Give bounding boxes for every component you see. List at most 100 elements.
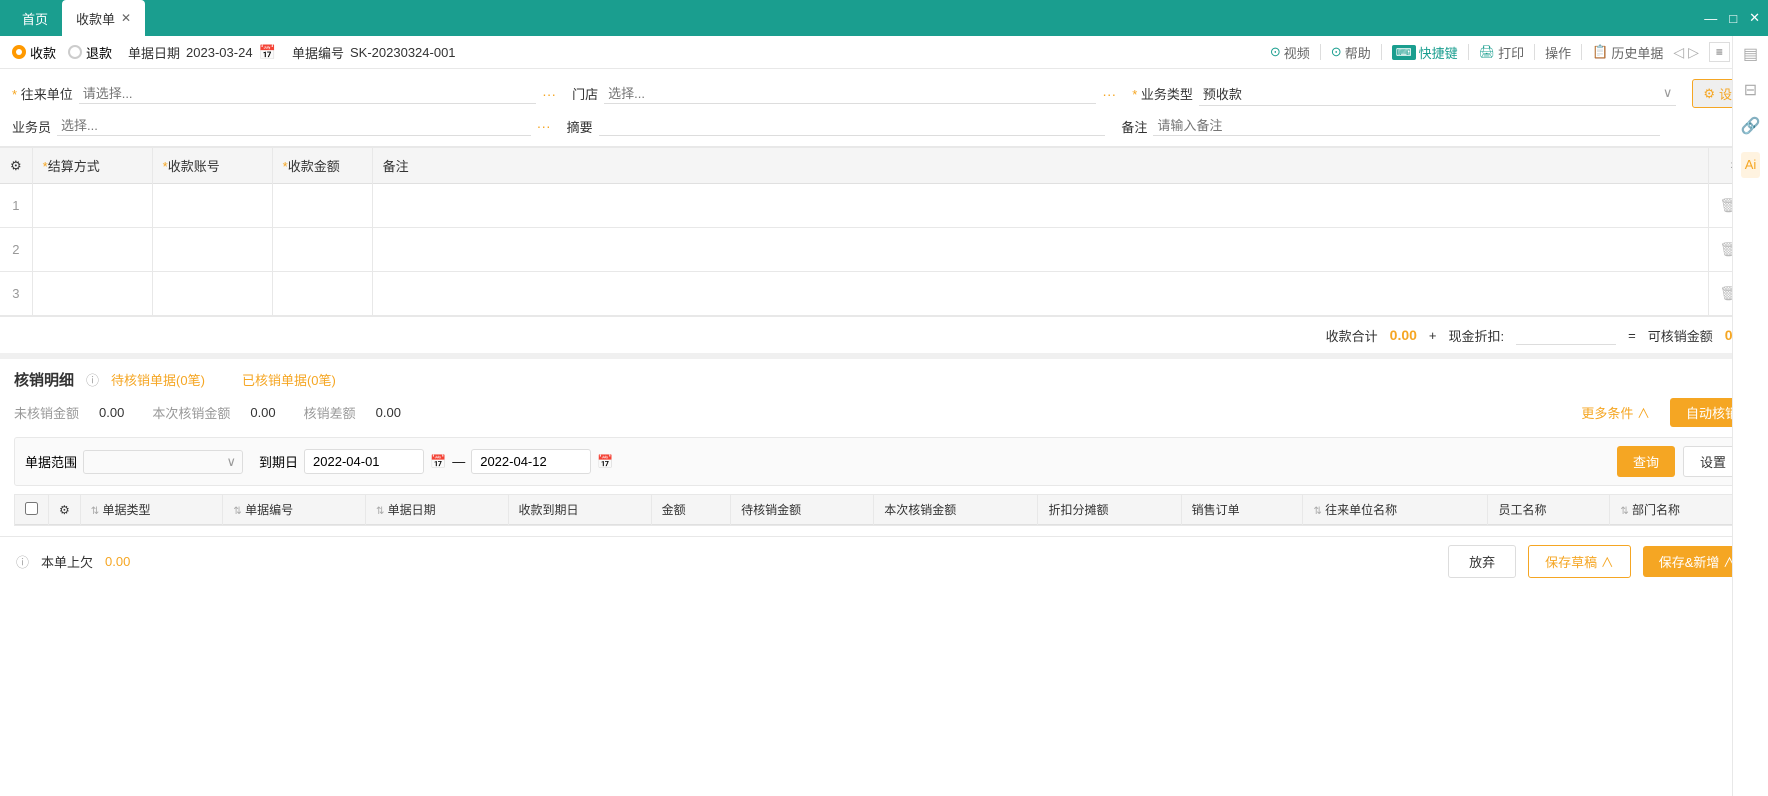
refund-radio[interactable]: 退款 (68, 43, 112, 62)
summary-input[interactable] (599, 116, 1106, 136)
calendar-icon[interactable]: 📅 (259, 44, 276, 61)
account-3[interactable] (152, 272, 272, 316)
toolbar-actions: ⊙ 视频 ⊙ 帮助 ⌨ 快捷键 🖨 打印 操作 (1270, 42, 1756, 62)
query-button[interactable]: 查询 (1617, 446, 1675, 477)
note-3[interactable] (372, 272, 1709, 316)
th-pending: 待核销金额 (731, 495, 874, 525)
sidebar-ai-icon[interactable]: Ai (1741, 152, 1761, 178)
partner-more-icon[interactable]: ··· (542, 86, 556, 102)
verify-info-icon[interactable]: ⓘ (86, 370, 99, 389)
video-action[interactable]: ⊙ 视频 (1270, 43, 1310, 62)
amount-3[interactable] (272, 272, 372, 316)
note-input[interactable] (1153, 116, 1660, 136)
number-field: 单据编号 SK-20230324-001 (292, 43, 456, 62)
settlement-3[interactable] (32, 272, 152, 316)
th-due-date: 收款到期日 (508, 495, 651, 525)
note-2[interactable] (372, 228, 1709, 272)
bottom-info-label: 本单上欠 (41, 552, 93, 571)
salesperson-more-icon[interactable]: ··· (537, 118, 551, 134)
maximize-button[interactable]: □ (1729, 11, 1737, 26)
partner-label: * 往来单位 (12, 84, 73, 103)
prev-arrow[interactable]: ◁ (1673, 44, 1684, 61)
help-icon: ⊙ (1331, 44, 1342, 60)
store-input[interactable] (604, 84, 1096, 104)
verify-form-right: 查询 设置 (1617, 446, 1743, 477)
history-label: 历史单据 (1611, 43, 1663, 62)
date-to-input[interactable] (471, 449, 591, 474)
summary-label: 摘要 (567, 117, 593, 136)
refund-radio-circle (68, 45, 82, 59)
sidebar-table-icon[interactable]: ▤ (1743, 44, 1758, 64)
shortcut-action[interactable]: ⌨ 快捷键 (1392, 43, 1458, 62)
cal-icon-from[interactable]: 📅 (430, 454, 446, 470)
partner-input[interactable] (79, 84, 536, 104)
salesperson-label: 业务员 (12, 117, 51, 136)
due-label: 到期日 (259, 452, 298, 471)
print-action[interactable]: 🖨 打印 (1479, 43, 1525, 62)
business-type-field: * 业务类型 预收款 ∨ (1132, 82, 1676, 106)
shortcut-icon: ⌨ (1392, 45, 1416, 60)
store-more-icon[interactable]: ··· (1102, 86, 1116, 102)
save-draft-button[interactable]: 保存草稿 ∧ (1528, 545, 1631, 578)
salesperson-input[interactable] (57, 116, 531, 136)
sidebar-list-icon[interactable]: ⊟ (1744, 80, 1757, 100)
divider2 (1381, 44, 1382, 60)
totals-equals: = (1628, 328, 1636, 343)
bottom-table-container: ⚙ ⇅ 单据类型 ⇅ 单据编号 ⇅ 单据日期 收款到期日 金额 待核销金额 本次… (14, 494, 1754, 526)
settlement-2[interactable] (32, 228, 152, 272)
list-view-btn[interactable]: ≡ (1709, 42, 1730, 62)
cal-icon-to[interactable]: 📅 (597, 454, 613, 470)
verify-header: 核销明细 ⓘ 待核销单据(0笔) 已核销单据(0笔) (14, 369, 1754, 390)
sidebar-link-icon[interactable]: 🔗 (1741, 116, 1761, 136)
history-action[interactable]: 📋 历史单据 (1592, 43, 1663, 62)
checkbox-col-header (15, 495, 49, 525)
account-1[interactable] (152, 184, 272, 228)
settlement-1[interactable] (32, 184, 152, 228)
divider5 (1581, 44, 1582, 60)
th-employee: 员工名称 (1488, 495, 1610, 525)
receipt-radio[interactable]: 收款 (12, 43, 56, 62)
range-select[interactable]: ∨ (83, 450, 243, 474)
form-row-2: 业务员 ··· 摘要 备注 (12, 116, 1756, 136)
more-conditions-btn[interactable]: 更多条件 ∧ (1581, 403, 1650, 422)
date-from-input[interactable] (304, 449, 424, 474)
amount-2[interactable] (272, 228, 372, 272)
date-value: 2023-03-24 (186, 45, 253, 60)
number-value: SK-20230324-001 (350, 45, 456, 60)
pending-tab[interactable]: 待核销单据(0笔) (111, 370, 205, 389)
amount-1[interactable] (272, 184, 372, 228)
business-type-select[interactable]: 预收款 ∨ (1199, 82, 1676, 106)
th-doc-date: ⇅ 单据日期 (365, 495, 508, 525)
select-all-checkbox[interactable] (25, 502, 38, 515)
done-tab[interactable]: 已核销单据(0笔) (242, 370, 336, 389)
totals-label3: 可核销金额 (1648, 326, 1713, 345)
form-row-1: * 往来单位 ··· 门店 ··· * 业务类型 预收款 ∨ ⚙ 设置 (12, 79, 1756, 108)
verify-stats: 未核销金额 0.00 本次核销金额 0.00 核销差额 0.00 更多条件 ∧ … (14, 398, 1754, 427)
store-field: 门店 ··· (572, 84, 1116, 104)
tab-home[interactable]: 首页 (8, 0, 62, 36)
next-arrow[interactable]: ▷ (1688, 44, 1699, 61)
date-label: 单据日期 (128, 43, 180, 62)
note-1[interactable] (372, 184, 1709, 228)
discard-button[interactable]: 放弃 (1448, 545, 1516, 578)
divider3 (1468, 44, 1469, 60)
tab-close-icon[interactable]: ✕ (121, 11, 131, 25)
note-field: 备注 (1121, 116, 1660, 136)
th-settings[interactable]: ⚙ (49, 495, 81, 525)
help-action[interactable]: ⊙ 帮助 (1331, 43, 1371, 62)
refund-radio-label: 退款 (86, 43, 112, 62)
settings-col-header[interactable]: ⚙ (0, 148, 32, 184)
minimize-button[interactable]: — (1704, 11, 1717, 26)
tab-receipt[interactable]: 收款单 ✕ (62, 0, 145, 36)
account-2[interactable] (152, 228, 272, 272)
print-label: 打印 (1498, 43, 1524, 62)
print-icon: 🖨 (1479, 44, 1496, 60)
bottom-bar: ⓘ 本单上欠 0.00 放弃 保存草稿 ∧ 保存&新增 ∧ (0, 536, 1768, 586)
summary-field: 摘要 (567, 116, 1106, 136)
operation-action[interactable]: 操作 (1545, 43, 1571, 62)
discount-input[interactable] (1516, 325, 1616, 345)
totals-label1: 收款合计 (1326, 326, 1378, 345)
close-button[interactable]: ✕ (1749, 10, 1760, 26)
date-range-field: 到期日 📅 — 📅 (259, 449, 613, 474)
divider4 (1534, 44, 1535, 60)
